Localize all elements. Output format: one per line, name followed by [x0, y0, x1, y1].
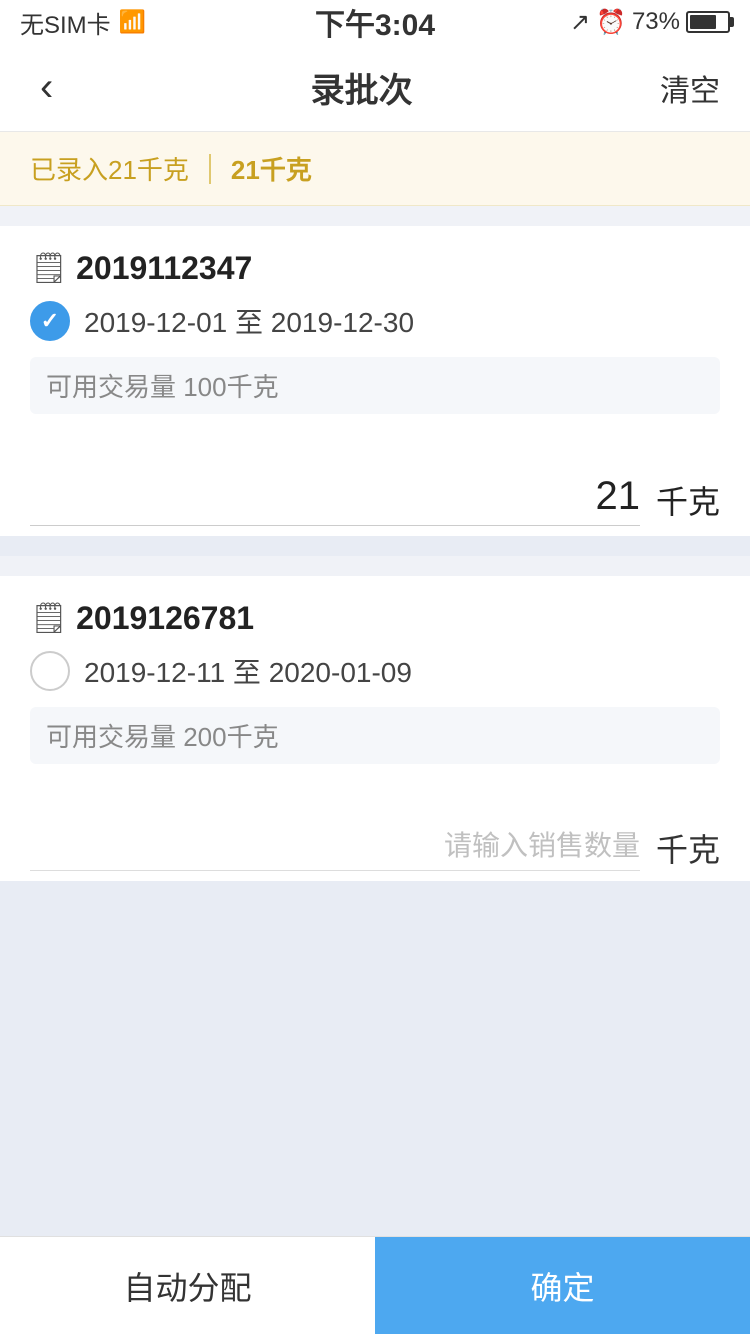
section-separator	[0, 536, 750, 556]
input-row-2: 请输入销售数量 千克	[0, 804, 750, 881]
carrier-label: 无SIM卡	[20, 5, 111, 40]
info-value: 21千克	[231, 150, 312, 187]
status-right: ↗ ⏰ 73%	[570, 8, 730, 37]
available-tag-1: 可用交易量 100千克	[30, 357, 720, 414]
batch-card-1: 🗒 2019112347 2019-12-01 至 2019-12-30 可用交…	[0, 226, 750, 454]
battery-indicator	[686, 11, 730, 33]
batch-id-row-1: 🗒 2019112347	[30, 250, 720, 287]
batch-date-row-1[interactable]: 2019-12-01 至 2019-12-30	[30, 301, 720, 341]
auto-distribute-button[interactable]: 自动分配	[0, 1237, 375, 1334]
nav-bar: ‹ 录批次 清空	[0, 44, 750, 132]
battery-percent: 73%	[632, 8, 680, 36]
batch-id-1: 2019112347	[76, 250, 252, 287]
available-tag-2: 可用交易量 200千克	[30, 707, 720, 764]
radio-button-2[interactable]	[30, 651, 70, 691]
quantity-value-1: 21	[595, 474, 640, 519]
quantity-unit-1: 千克	[656, 477, 720, 523]
page-title: 录批次	[311, 63, 413, 112]
back-button[interactable]: ‹	[30, 55, 63, 120]
info-divider	[209, 154, 211, 184]
batch-card-2: 🗒 2019126781 2019-12-11 至 2020-01-09 可用交…	[0, 576, 750, 804]
bottom-bar: 自动分配 确定	[0, 1236, 750, 1334]
confirm-button[interactable]: 确定	[375, 1237, 750, 1334]
batch-date-2: 2019-12-11 至 2020-01-09	[84, 651, 412, 691]
batch-doc-icon-2: 🗒	[30, 601, 68, 636]
status-bar: 无SIM卡 📶 下午3:04 ↗ ⏰ 73%	[0, 0, 750, 44]
batch-id-2: 2019126781	[76, 600, 254, 637]
alarm-icon: ⏰	[596, 8, 626, 37]
quantity-placeholder-2[interactable]: 请输入销售数量	[30, 824, 640, 871]
batch-doc-icon-1: 🗒	[30, 251, 68, 286]
batch-date-row-2[interactable]: 2019-12-11 至 2020-01-09	[30, 651, 720, 691]
batch-date-1: 2019-12-01 至 2019-12-30	[84, 301, 414, 341]
clear-button[interactable]: 清空	[660, 66, 720, 110]
wifi-icon: 📶	[119, 9, 146, 35]
info-label: 已录入21千克	[30, 150, 189, 187]
quantity-input-wrapper-1: 21	[30, 474, 640, 526]
info-banner: 已录入21千克 21千克	[0, 132, 750, 206]
batch-id-row-2: 🗒 2019126781	[30, 600, 720, 637]
status-time: 下午3:04	[315, 0, 435, 44]
status-left: 无SIM卡 📶	[20, 5, 146, 40]
input-unit-2: 千克	[656, 825, 720, 871]
quantity-row-1: 21 千克	[0, 454, 750, 536]
location-icon: ↗	[570, 8, 590, 37]
radio-button-1[interactable]	[30, 301, 70, 341]
